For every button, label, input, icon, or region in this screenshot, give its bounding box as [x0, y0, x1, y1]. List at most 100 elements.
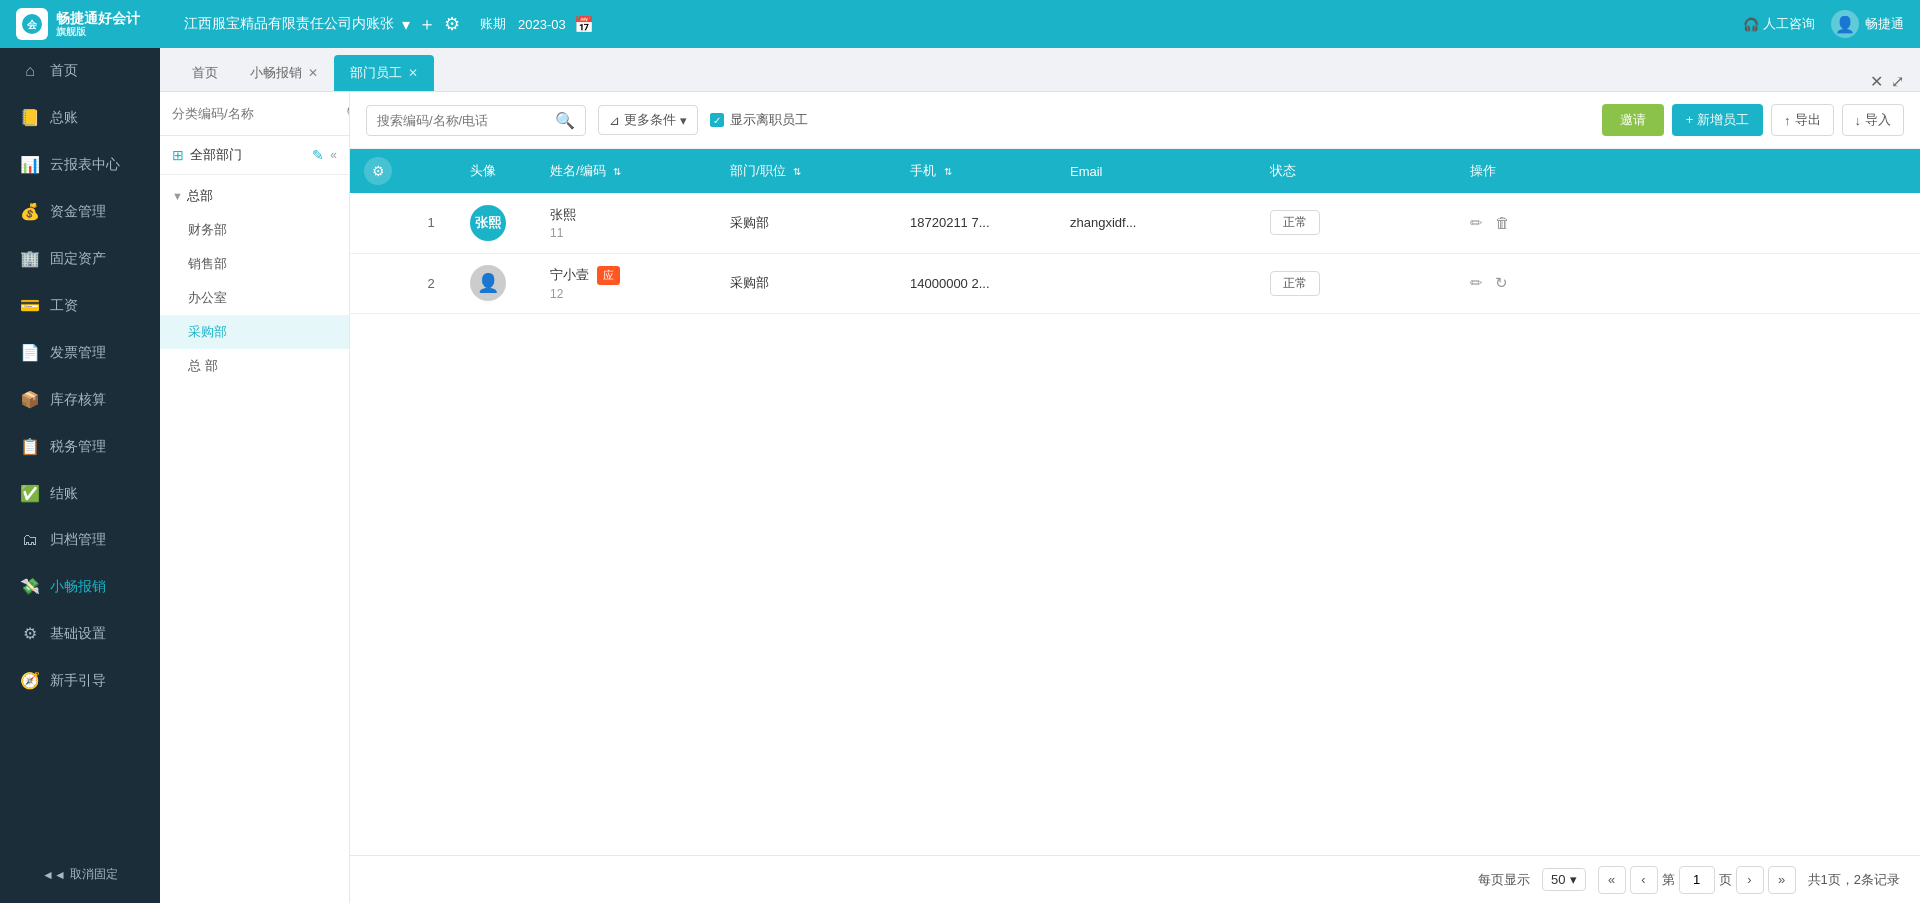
emp-code-2: 12 — [550, 287, 702, 301]
user-info[interactable]: 👤 畅捷通 — [1831, 10, 1904, 38]
guide-icon: 🧭 — [20, 671, 40, 690]
page-nav: « ‹ 第 页 › » — [1598, 866, 1796, 894]
mobile-sort-icon[interactable]: ⇅ — [944, 166, 952, 177]
funds-icon: 💰 — [20, 202, 40, 221]
filter-btn[interactable]: ⊿ 更多条件 ▾ — [598, 105, 698, 135]
tab-employees[interactable]: 部门员工 ✕ — [334, 55, 434, 91]
sidebar-item-label: 库存核算 — [50, 391, 106, 409]
dept-child-finance[interactable]: 财务部 — [160, 213, 349, 247]
sidebar-item-reports[interactable]: 📊 云报表中心 — [0, 141, 160, 188]
tab-home[interactable]: 首页 — [176, 55, 234, 91]
sidebar-item-label: 小畅报销 — [50, 578, 106, 596]
dept-sort-icon[interactable]: ⇅ — [793, 166, 801, 177]
emp-name-1: 张熙 — [550, 206, 702, 224]
emp-search-icon[interactable]: 🔍 — [555, 111, 575, 130]
sidebar-item-salary[interactable]: 💳 工资 — [0, 282, 160, 329]
sidebar-item-funds[interactable]: 💰 资金管理 — [0, 188, 160, 235]
user-name: 畅捷通 — [1865, 15, 1904, 33]
td-index-1: 1 — [406, 193, 456, 253]
content-area: 首页 小畅报销 ✕ 部门员工 ✕ ✕ ⤢ 🔍 — [160, 48, 1920, 903]
calendar-icon[interactable]: 📅 — [574, 15, 594, 34]
page-size-select[interactable]: 50 ▾ — [1542, 868, 1585, 891]
add-employee-btn[interactable]: + 新增员工 — [1672, 104, 1763, 136]
company-dropdown-btn[interactable]: ▾ — [402, 15, 410, 34]
page-last-btn[interactable]: » — [1768, 866, 1796, 894]
td-action-2: ✏ ↻ — [1456, 253, 1920, 313]
sidebar-item-expense[interactable]: 💸 小畅报销 — [0, 563, 160, 610]
emp-table: ⚙ 头像 姓名/编码 ⇅ — [350, 149, 1920, 314]
tab-expense[interactable]: 小畅报销 ✕ — [234, 55, 334, 91]
avatar-1: 张熙 — [470, 205, 506, 241]
table-header-row: ⚙ 头像 姓名/编码 ⇅ — [350, 149, 1920, 193]
sidebar-item-settings[interactable]: ⚙ 基础设置 — [0, 610, 160, 657]
emp-search-input[interactable] — [377, 113, 549, 128]
page-first-btn[interactable]: « — [1598, 866, 1626, 894]
employee-area: 🔍 ⊿ 更多条件 ▾ ✓ 显示离职员工 邀请 + 新增员工 — [350, 92, 1920, 903]
service-btn[interactable]: 🎧 人工咨询 — [1743, 15, 1815, 33]
table-row: 2 👤 宁小壹 — [350, 253, 1920, 313]
page-next-btn[interactable]: › — [1736, 866, 1764, 894]
dept-all-label[interactable]: 全部部门 — [190, 146, 306, 164]
export-btn[interactable]: ↑ 导出 — [1771, 104, 1834, 136]
delete-btn-1[interactable]: 🗑 — [1495, 214, 1510, 231]
page-content: 🔍 ⊞ 全部部门 ✎ « ▼ 总部 财务部 销售部 办公室 采购部 — [160, 92, 1920, 903]
th-email: Email — [1056, 149, 1256, 193]
invite-btn[interactable]: 邀请 — [1602, 104, 1664, 136]
dept-search-input[interactable] — [172, 106, 340, 121]
add-company-btn[interactable]: ＋ — [418, 12, 436, 36]
table-settings-gear[interactable]: ⚙ — [364, 157, 392, 185]
page-prev-btn[interactable]: ‹ — [1630, 866, 1658, 894]
emp-code-1: 11 — [550, 226, 702, 240]
name-sort-icon[interactable]: ⇅ — [613, 166, 621, 177]
sidebar-item-label: 总账 — [50, 109, 78, 127]
filter-label: 更多条件 — [624, 111, 676, 129]
page-size-label: 每页显示 — [1478, 871, 1530, 889]
company-settings-btn[interactable]: ⚙ — [444, 13, 460, 35]
edit-btn-2[interactable]: ✏ — [1470, 274, 1483, 292]
dept-group-arrow: ▼ — [172, 190, 183, 202]
tab-expense-close[interactable]: ✕ — [308, 66, 318, 80]
import-btn[interactable]: ↓ 导入 — [1842, 104, 1905, 136]
ledger-icon: 📒 — [20, 108, 40, 127]
dept-collapse-icon[interactable]: « — [330, 148, 337, 162]
logo-icon: 会 — [16, 8, 48, 40]
th-dept-position-label: 部门/职位 — [730, 163, 786, 178]
sidebar-item-label: 资金管理 — [50, 203, 106, 221]
edit-btn-1[interactable]: ✏ — [1470, 214, 1483, 232]
toolbar-right-btns: 邀请 + 新增员工 ↑ 导出 ↓ 导入 — [1602, 104, 1904, 136]
refresh-btn-2[interactable]: ↻ — [1495, 274, 1508, 292]
total-info: 共1页，2条记录 — [1808, 871, 1900, 889]
dept-child-headquarters[interactable]: 总 部 — [160, 349, 349, 383]
sidebar-item-inventory[interactable]: 📦 库存核算 — [0, 376, 160, 423]
user-avatar-icon: 👤 — [1835, 15, 1855, 34]
sidebar-item-label: 基础设置 — [50, 625, 106, 643]
show-resigned-checkbox[interactable]: ✓ — [710, 113, 724, 127]
th-avatar-label: 头像 — [470, 163, 496, 178]
dept-group-label-text[interactable]: 总部 — [187, 187, 213, 205]
dept-child-office[interactable]: 办公室 — [160, 281, 349, 315]
sidebar-item-archive[interactable]: 🗂 归档管理 — [0, 517, 160, 563]
page-word-pre: 第 — [1662, 871, 1675, 889]
tab-expand-btn[interactable]: ⤢ — [1891, 72, 1904, 91]
td-email-2 — [1056, 253, 1256, 313]
sidebar-item-ledger[interactable]: 📒 总账 — [0, 94, 160, 141]
tab-expense-label: 小畅报销 — [250, 64, 302, 82]
sidebar-item-tax[interactable]: 📋 税务管理 — [0, 423, 160, 470]
dept-child-purchase[interactable]: 采购部 — [160, 315, 349, 349]
page-input[interactable] — [1679, 866, 1715, 894]
th-name-code: 姓名/编码 ⇅ — [536, 149, 716, 193]
dept-child-sales[interactable]: 销售部 — [160, 247, 349, 281]
sidebar-item-guide[interactable]: 🧭 新手引导 — [0, 657, 160, 704]
cancel-fixed-btn[interactable]: ◄◄ 取消固定 — [0, 858, 160, 891]
tab-close-all-btn[interactable]: ✕ — [1870, 72, 1883, 91]
company-name: 江西服宝精品有限责任公司内账张 — [184, 15, 394, 33]
sidebar-item-settlement[interactable]: ✅ 结账 — [0, 470, 160, 517]
sidebar-item-home[interactable]: ⌂ 首页 — [0, 48, 160, 94]
dept-edit-icon[interactable]: ✎ — [312, 147, 324, 163]
sidebar-item-invoice[interactable]: 📄 发票管理 — [0, 329, 160, 376]
tab-bar-actions: ✕ ⤢ — [1870, 72, 1904, 91]
sidebar-item-assets[interactable]: 🏢 固定资产 — [0, 235, 160, 282]
dept-panel: 🔍 ⊞ 全部部门 ✎ « ▼ 总部 财务部 销售部 办公室 采购部 — [160, 92, 350, 903]
tab-employees-close[interactable]: ✕ — [408, 66, 418, 80]
dept-search-area: 🔍 — [160, 92, 349, 136]
